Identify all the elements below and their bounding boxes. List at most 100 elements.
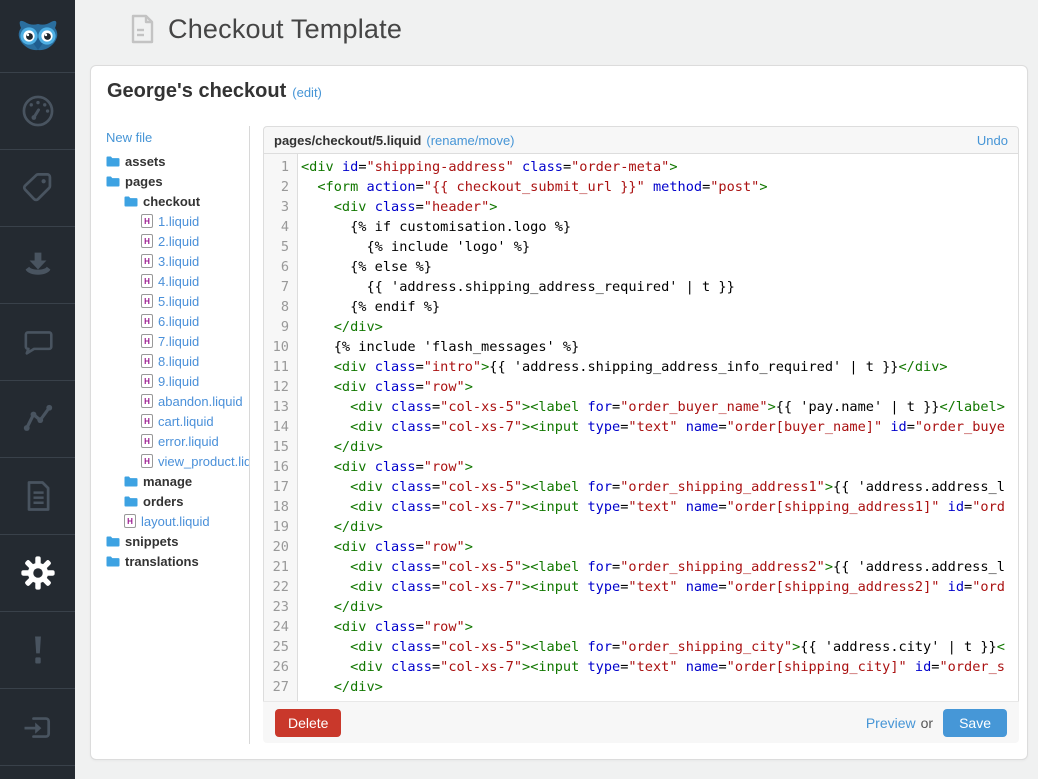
tree-item-label: 3.liquid xyxy=(158,253,200,269)
sidebar-item-downloads[interactable] xyxy=(0,227,75,304)
line-content: {% include 'logo' %} xyxy=(301,239,531,255)
code-line-20: 20 <div class="row"> xyxy=(264,537,1018,557)
line-number: 25 xyxy=(272,639,289,655)
delete-button[interactable]: Delete xyxy=(275,708,342,737)
sidebar-item-messages[interactable] xyxy=(0,304,75,381)
line-content: <div class="col-xs-5"><label for="order_… xyxy=(350,399,1005,415)
line-content: <div class="col-xs-5"><label for="order_… xyxy=(350,479,1005,495)
line-content: </div> xyxy=(333,319,383,335)
tree-file-7.liquid[interactable]: H 7.liquid xyxy=(106,331,249,351)
line-number: 17 xyxy=(272,479,289,495)
line-content: {% else %} xyxy=(301,259,432,275)
code-line-16: 16 <div class="row"> xyxy=(264,457,1018,477)
liquid-file-icon: H xyxy=(141,254,153,268)
tree-file-cart.liquid[interactable]: Hcart.liquid xyxy=(106,411,249,431)
tree-file-2.liquid[interactable]: H 2.liquid xyxy=(106,231,249,251)
sidebar-item-documents[interactable] xyxy=(0,458,75,535)
code-line-7: 7 {{ 'address.shipping_address_required'… xyxy=(264,277,1018,297)
editor-footer: Delete Preview or Save xyxy=(263,701,1019,743)
line-content: <div class="col-xs-7"><input type="text"… xyxy=(350,419,1005,435)
liquid-file-icon: H xyxy=(141,454,153,468)
line-number: 14 xyxy=(272,419,289,435)
tree-file-abandon.liquid[interactable]: Habandon.liquid xyxy=(106,391,249,411)
code-line-13: 13 <div class="col-xs-5"><label for="ord… xyxy=(264,397,1018,417)
tree-item-label: assets xyxy=(125,153,166,169)
tree-file-4.liquid[interactable]: H 4.liquid xyxy=(106,271,249,291)
sidebar-item-analytics[interactable] xyxy=(0,381,75,458)
tree-file-error.liquid[interactable]: Herror.liquid xyxy=(106,431,249,451)
tree-file-6.liquid[interactable]: H 6.liquid xyxy=(106,311,249,331)
line-content: <div class="col-xs-5"><label for="order_… xyxy=(350,639,1005,655)
line-number: 5 xyxy=(280,239,289,255)
tree-item-label: 8.liquid xyxy=(158,353,200,369)
document-page-icon xyxy=(130,14,155,44)
code-line-3: 3 <div class="header"> xyxy=(264,197,1018,217)
code-line-10: 10 {% include 'flash_messages' %} xyxy=(264,337,1018,357)
code-line-2: 2 <form action="{{ checkout_submit_url }… xyxy=(264,177,1018,197)
line-content: </div> xyxy=(333,439,383,455)
liquid-file-icon: H xyxy=(141,394,153,408)
tree-folder-manage[interactable]: manage xyxy=(106,471,249,491)
signout-icon xyxy=(20,709,56,745)
folder-icon xyxy=(124,475,138,487)
tree-item-label: error.liquid xyxy=(158,433,219,449)
new-file-link[interactable]: New file xyxy=(106,128,249,148)
tree-folder-translations[interactable]: translations xyxy=(106,551,249,571)
line-number: 24 xyxy=(272,619,289,635)
code-line-5: 5 {% include 'logo' %} xyxy=(264,237,1018,257)
code-line-9: 9 </div> xyxy=(264,317,1018,337)
or-label: or xyxy=(920,714,934,731)
preview-link[interactable]: Preview xyxy=(866,715,916,731)
line-number: 12 xyxy=(272,379,289,395)
download-icon xyxy=(20,247,56,283)
tree-item-label: orders xyxy=(143,493,184,509)
tree-item-label: 1.liquid xyxy=(158,213,200,229)
edit-link[interactable]: (edit) xyxy=(292,85,322,100)
line-number: 2 xyxy=(280,179,289,195)
line-content: <div class="col-xs-5"><label for="order_… xyxy=(350,559,1005,575)
line-content: <div class="header"> xyxy=(333,199,498,215)
tree-folder-orders[interactable]: orders xyxy=(106,491,249,511)
line-content: <div class="col-xs-7"><input type="text"… xyxy=(350,659,1005,675)
tree-folder-snippets[interactable]: snippets xyxy=(106,531,249,551)
liquid-file-icon: H xyxy=(141,374,153,388)
tree-folder-pages[interactable]: pages xyxy=(106,171,249,191)
code-editor-panel: pages/checkout/5.liquid (rename/move) Un… xyxy=(263,126,1019,743)
tree-item-label: checkout xyxy=(143,193,201,209)
line-number: 3 xyxy=(280,199,289,215)
tree-item-label: pages xyxy=(125,173,163,189)
tree-item-label: 6.liquid xyxy=(158,313,200,329)
tree-file-9.liquid[interactable]: H 9.liquid xyxy=(106,371,249,391)
code-area[interactable]: 1 <div id="shipping-address" class="order… xyxy=(263,154,1019,701)
line-number: 26 xyxy=(272,659,289,675)
tree-file-1.liquid[interactable]: H 1.liquid xyxy=(106,211,249,231)
folder-icon xyxy=(124,495,138,507)
tree-folder-checkout[interactable]: checkout xyxy=(106,191,249,211)
line-content: </div> xyxy=(333,599,383,615)
sidebar-item-logo[interactable] xyxy=(0,0,75,73)
tree-file-view_product.liquid[interactable]: Hview_product.liquid xyxy=(106,451,249,471)
sidebar-item-settings[interactable] xyxy=(0,535,75,612)
sidebar-item-dashboard[interactable] xyxy=(0,73,75,150)
line-content: {% if customisation.logo %} xyxy=(301,219,572,235)
line-content: <div class="col-xs-7"><input type="text"… xyxy=(350,499,1005,515)
gear-icon xyxy=(20,555,56,591)
line-number: 7 xyxy=(280,279,289,295)
line-content: <div class="row"> xyxy=(333,459,473,475)
sidebar-item-products[interactable] xyxy=(0,150,75,227)
sidebar-item-signout[interactable] xyxy=(0,689,75,766)
line-number: 9 xyxy=(280,319,289,335)
liquid-file-icon: H xyxy=(141,354,153,368)
tree-file-3.liquid[interactable]: H 3.liquid xyxy=(106,251,249,271)
sidebar-item-alerts[interactable] xyxy=(0,612,75,689)
tree-file-5.liquid[interactable]: H 5.liquid xyxy=(106,291,249,311)
rename-move-link[interactable]: (rename/move) xyxy=(426,133,514,148)
tree-file-layout.liquid[interactable]: Hlayout.liquid xyxy=(106,511,249,531)
undo-link[interactable]: Undo xyxy=(977,133,1008,148)
save-button[interactable]: Save xyxy=(943,708,1007,737)
line-content: <div class="intro">{{ 'address.shipping_… xyxy=(333,359,948,375)
tree-folder-assets[interactable]: assets xyxy=(106,151,249,171)
liquid-file-icon: H xyxy=(141,334,153,348)
code-line-25: 25 <div class="col-xs-5"><label for="ord… xyxy=(264,637,1018,657)
tree-file-8.liquid[interactable]: H 8.liquid xyxy=(106,351,249,371)
